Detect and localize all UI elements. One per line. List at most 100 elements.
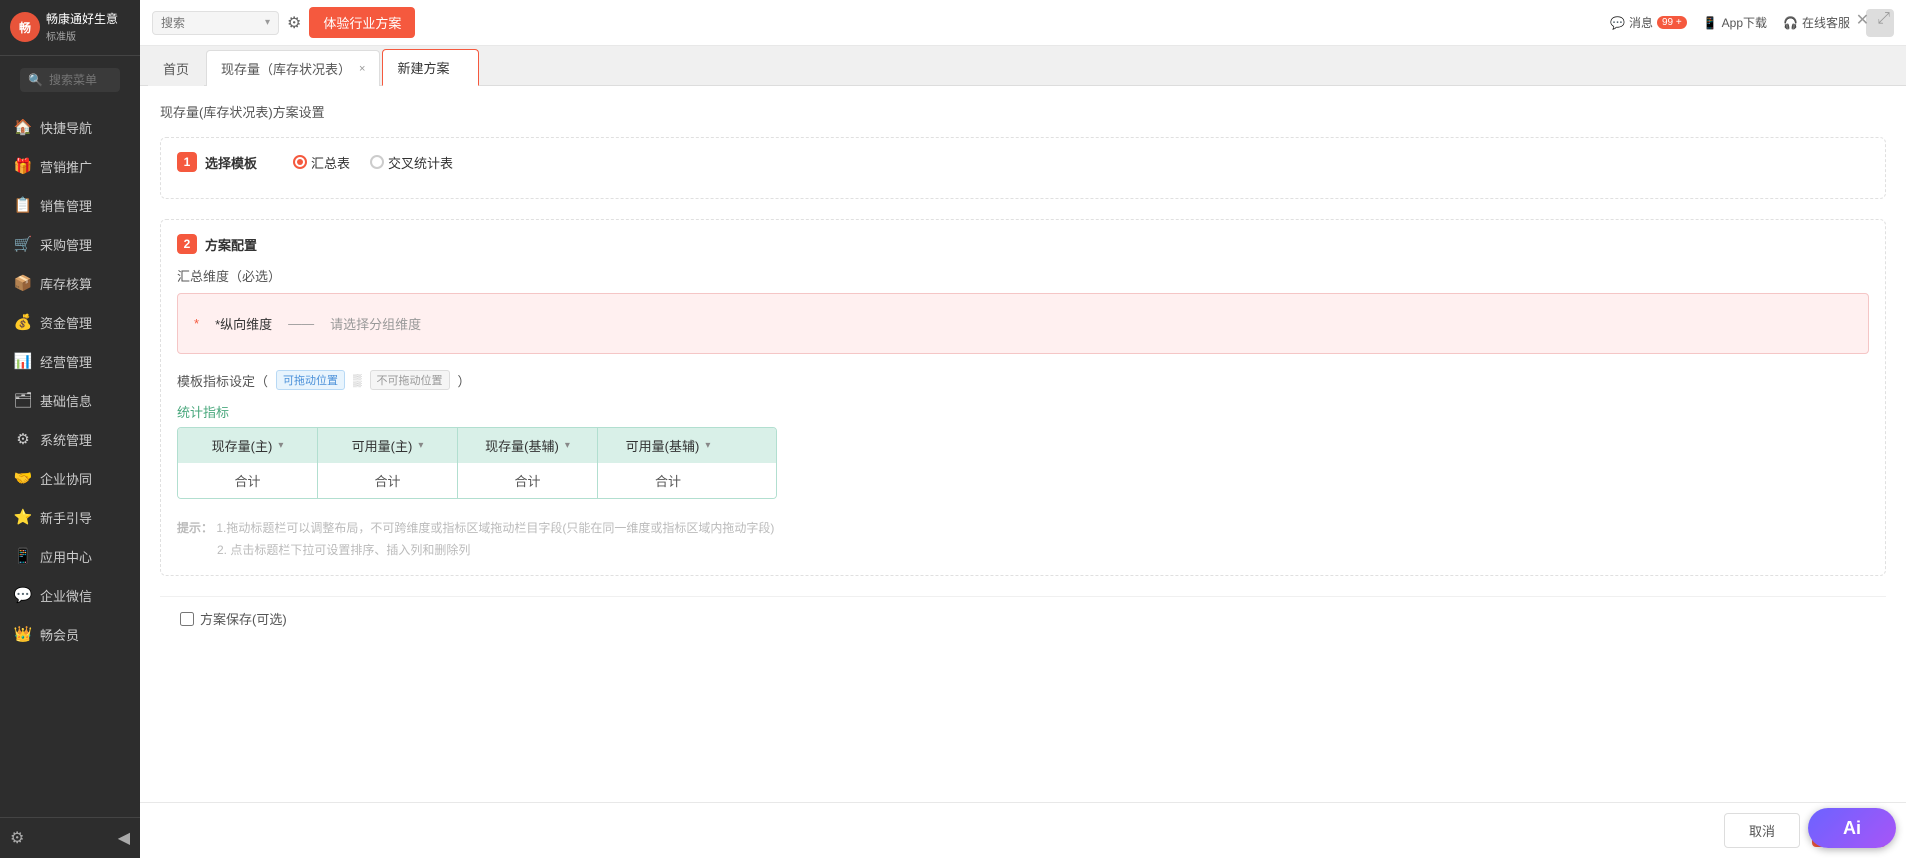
message-label: 消息	[1629, 14, 1653, 31]
trial-btn[interactable]: 体验行业方案	[309, 7, 415, 38]
indicator-settings: 模板指标设定（ 可拖动位置 ▒ 不可拖动位置 ）	[177, 370, 1869, 390]
window-close-icon[interactable]: ✕	[1856, 10, 1869, 30]
tips-section: 提示： 1.拖动标题栏可以调整布局，不可跨维度或指标区域拖动栏目字段(只能在同一…	[177, 518, 1869, 561]
tab-inventory-close-icon[interactable]: ×	[359, 63, 365, 75]
radio-cross-label: 交叉统计表	[388, 153, 453, 172]
topbar-gear-icon[interactable]: ⚙	[287, 13, 301, 33]
topbar-dropdown-icon[interactable]: ▾	[265, 17, 270, 28]
bottom-toolbar: 取消 查询	[140, 802, 1906, 858]
stats-col-2-body: 合计	[458, 463, 598, 498]
dimension-placeholder[interactable]: 请选择分组维度	[330, 314, 421, 333]
sidebar-item-purchase[interactable]: 🛒 采购管理	[0, 225, 140, 264]
sidebar-item-operations[interactable]: 📊 经营管理	[0, 342, 140, 381]
topbar-message[interactable]: 💬 消息 99 +	[1610, 14, 1687, 31]
sidebar-item-member[interactable]: 👑 畅会员	[0, 615, 140, 654]
collapse-icon[interactable]: ◀	[118, 828, 130, 848]
handshake-icon: 🤝	[14, 469, 32, 487]
ai-bubble[interactable]: Ai	[1808, 808, 1896, 848]
sidebar-item-label: 采购管理	[40, 235, 92, 254]
stats-col-0-body: 合计	[178, 463, 318, 498]
sidebar-item-label: 基础信息	[40, 391, 92, 410]
stats-col-1-body: 合计	[318, 463, 458, 498]
dimension-area: * *纵向维度 —— 请选择分组维度	[177, 293, 1869, 354]
dimension-label: 汇总维度（必选）	[177, 266, 1869, 285]
sidebar-item-inventory[interactable]: 📦 库存核算	[0, 264, 140, 303]
app-download-label: App下载	[1722, 14, 1767, 31]
radio-cross[interactable]: 交叉统计表	[370, 153, 453, 172]
stats-col-3-label: 可用量(基辅)	[626, 436, 700, 455]
stats-col-0-label: 现存量(主)	[212, 436, 273, 455]
sidebar-item-label: 营销推广	[40, 157, 92, 176]
stats-col-1-chevron[interactable]: ▾	[418, 440, 423, 451]
settings-bottom-icon[interactable]: ⚙	[10, 828, 24, 848]
stats-col-3-body: 合计	[598, 463, 738, 498]
indicator-label-prefix: 模板指标设定（	[177, 371, 268, 390]
step1-header: 1 选择模板 汇总表 交叉统计表	[177, 152, 1869, 172]
gear-icon: ⚙	[14, 430, 32, 448]
tabbar: 首页 现存量（库存状况表） × 新建方案 × ✕ ⤢	[140, 46, 1906, 86]
stats-col-2-header: 现存量(基辅) ▾	[458, 428, 598, 463]
logo-icon: 畅	[10, 12, 40, 42]
cancel-button[interactable]: 取消	[1724, 813, 1800, 848]
sidebar-item-label: 库存核算	[40, 274, 92, 293]
message-badge: 99 +	[1657, 16, 1687, 29]
dimension-separator: ——	[288, 316, 314, 331]
logo-badge: 标准版	[46, 28, 118, 43]
tab-home[interactable]: 首页	[148, 50, 204, 86]
tab-inventory-status[interactable]: 现存量（库存状况表） ×	[206, 50, 380, 86]
folder-icon: 🗂	[14, 391, 32, 409]
sidebar-item-marketing[interactable]: 🎁 营销推广	[0, 147, 140, 186]
save-checkbox[interactable]	[180, 612, 194, 626]
search-menu-input[interactable]	[49, 73, 129, 87]
sidebar-item-system[interactable]: ⚙ 系统管理	[0, 420, 140, 459]
stats-title: 统计指标	[177, 402, 1869, 421]
tab-new-close-icon[interactable]: ×	[457, 62, 463, 74]
sidebar-item-basic-info[interactable]: 🗂 基础信息	[0, 381, 140, 420]
logo-text-block: 畅康通好生意 标准版	[46, 12, 118, 43]
headset-icon: 🎧	[1783, 16, 1798, 30]
message-icon: 💬	[1610, 16, 1625, 30]
sidebar-item-company[interactable]: 🤝 企业协同	[0, 459, 140, 498]
search-icon: 🔍	[28, 73, 43, 87]
sidebar-search-box[interactable]: 🔍	[20, 68, 120, 92]
sidebar-item-sales[interactable]: 📋 销售管理	[0, 186, 140, 225]
home-icon: 🏠	[14, 118, 32, 136]
sidebar-item-app-center[interactable]: 📱 应用中心	[0, 537, 140, 576]
topbar-search-input[interactable]	[161, 16, 261, 30]
sidebar-item-finance[interactable]: 💰 资金管理	[0, 303, 140, 342]
topbar-app-download[interactable]: 📱 App下载	[1703, 14, 1767, 31]
tip-title: 提示： 1.拖动标题栏可以调整布局，不可跨维度或指标区域拖动栏目字段(只能在同一…	[177, 518, 1869, 540]
step2-section: 2 方案配置 汇总维度（必选） * *纵向维度 —— 请选择分组维度	[160, 219, 1886, 576]
indicator-label-suffix: ）	[458, 371, 471, 390]
sidebar-item-new-guide[interactable]: ⭐ 新手引导	[0, 498, 140, 537]
stats-col-0-chevron[interactable]: ▾	[278, 440, 283, 451]
sidebar-item-quick-nav[interactable]: 🏠 快捷导航	[0, 108, 140, 147]
tab-new-plan[interactable]: 新建方案 ×	[382, 49, 478, 86]
step2-title: 方案配置	[205, 235, 257, 254]
star-icon: ⭐	[14, 508, 32, 526]
stats-table: 现存量(主) ▾ 可用量(主) ▾ 现存量(基辅) ▾	[177, 427, 777, 499]
gift-icon: 🎁	[14, 157, 32, 175]
topbar: ▾ ⚙ 体验行业方案 💬 消息 99 + 📱 App下载 🎧 在线客服	[140, 0, 1906, 46]
stats-table-body: 合计 合计 合计 合计	[178, 463, 776, 498]
topbar-search-box[interactable]: ▾	[152, 11, 279, 35]
sidebar-nav: 🏠 快捷导航 🎁 营销推广 📋 销售管理 🛒 采购管理 📦 库存核算 💰 资金管…	[0, 104, 140, 817]
stats-col-3-chevron[interactable]: ▾	[705, 440, 710, 451]
sidebar-item-label: 畅会员	[40, 625, 79, 644]
sidebar-item-label: 资金管理	[40, 313, 92, 332]
topbar-online-service[interactable]: 🎧 在线客服	[1783, 14, 1850, 31]
radio-summary[interactable]: 汇总表	[293, 153, 350, 172]
radio-summary-label: 汇总表	[311, 153, 350, 172]
stats-col-2-chevron[interactable]: ▾	[565, 440, 570, 451]
tab-inventory-label: 现存量（库存状况表）	[221, 59, 351, 78]
sales-icon: 📋	[14, 196, 32, 214]
sidebar-item-enterprise-wechat[interactable]: 💬 企业微信	[0, 576, 140, 615]
crown-icon: 👑	[14, 625, 32, 643]
sidebar-item-label: 销售管理	[40, 196, 92, 215]
step1-title: 选择模板	[205, 153, 257, 172]
tab-home-label: 首页	[163, 59, 189, 78]
save-label: 方案保存(可选)	[200, 609, 287, 628]
panel-title: 现存量(库存状况表)方案设置	[160, 102, 1886, 121]
logo-app-name: 畅康通好生意	[46, 12, 118, 28]
window-expand-icon[interactable]: ⤢	[1877, 10, 1890, 30]
